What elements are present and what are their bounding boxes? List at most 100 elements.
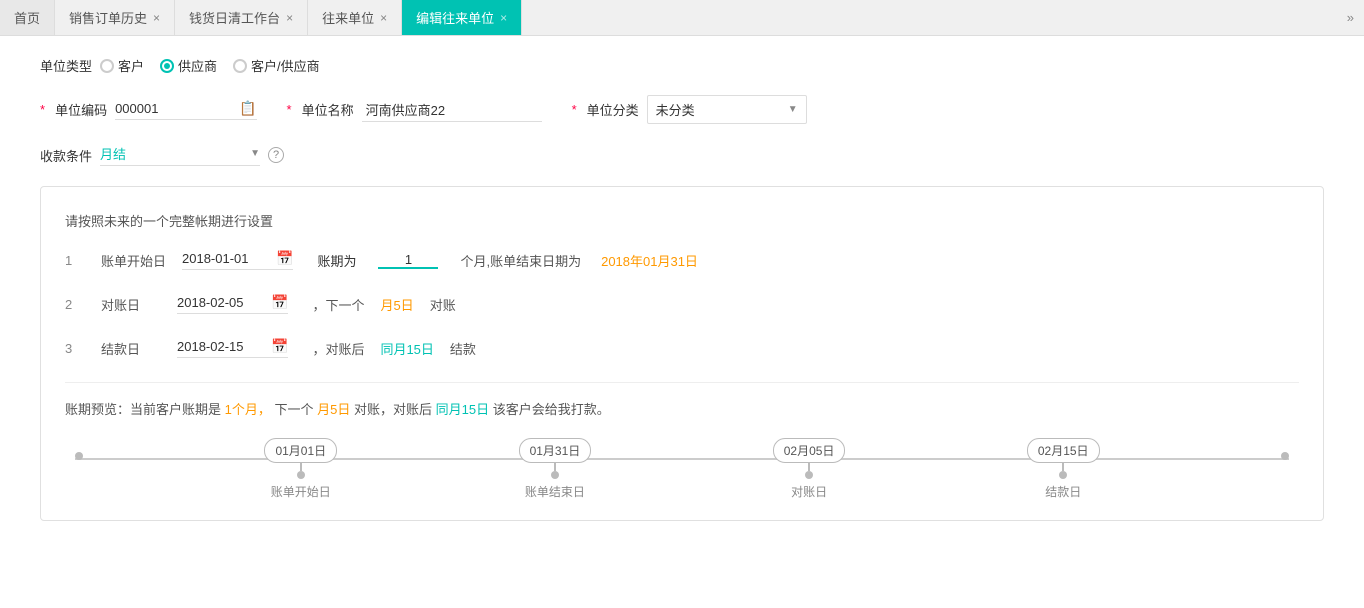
payment-terms-group: 收款条件 月结 ▼ ? <box>40 144 284 166</box>
unit-name-group: * 单位名称 <box>287 98 542 122</box>
tab-edit-partner-close[interactable]: × <box>500 11 507 25</box>
tab-expand-button[interactable]: » <box>1337 0 1364 35</box>
period-input[interactable] <box>378 252 438 269</box>
unit-category-dropdown[interactable]: 未分类 ▼ <box>647 95 807 124</box>
timeline-label-2: 账单结束日 <box>525 483 585 500</box>
step-2-number: 2 <box>65 297 85 312</box>
radio-group: 客户 供应商 客户/供应商 <box>100 56 320 75</box>
preview-suffix: 该客户会给我打款。 <box>493 402 610 417</box>
timeline-node-3: 02月05日 对账日 <box>773 438 846 500</box>
timeline-label-3: 对账日 <box>791 483 827 500</box>
step-3-label: 结款日 <box>101 339 161 358</box>
radio-customer-circle <box>100 59 114 73</box>
step-1-number: 1 <box>65 253 85 268</box>
timeline-node-1: 01月01日 账单开始日 <box>264 438 337 500</box>
timeline-label-1: 账单开始日 <box>271 483 331 500</box>
main-content: 单位类型 客户 供应商 客户/供应商 * 单位编码 <box>0 36 1364 608</box>
unit-code-group: * 单位编码 📋 <box>40 100 257 120</box>
step-3-highlight: 同月15日 <box>380 339 433 358</box>
unit-category-arrow: ▼ <box>788 104 798 115</box>
step-3-date-wrap: 📅 <box>177 338 288 358</box>
payment-terms-label: 收款条件 <box>40 146 92 165</box>
timeline-node-4: 02月15日 结款日 <box>1027 438 1100 500</box>
unit-code-input-wrap: 📋 <box>115 100 256 120</box>
step-3-date-input[interactable] <box>177 339 267 354</box>
step-3-row: 3 结款日 📅 ，对账后 同月15日 结款 <box>65 338 1299 358</box>
tab-partner-label: 往来单位 <box>322 8 374 27</box>
unit-info-row: * 单位编码 📋 * 单位名称 * 单位分类 未分类 ▼ <box>40 95 1324 124</box>
preview-highlight3: 同月15日 <box>436 402 489 417</box>
step-2-date-wrap: 📅 <box>177 294 288 314</box>
preview-prefix: 账期预览：当前客户账期是 <box>65 402 221 417</box>
step-1-date-input[interactable] <box>182 251 272 266</box>
preview-text: 账期预览：当前客户账期是 1个月， 下一个 月5日 对账，对账后 同月15日 该… <box>65 399 1299 418</box>
step-1-date-wrap: 📅 <box>182 250 293 270</box>
step-1-suffix-before: 账期为 <box>317 251 356 270</box>
step-1-highlight: 2018年01月31日 <box>601 251 698 270</box>
unit-type-row: 单位类型 客户 供应商 客户/供应商 <box>40 56 1324 75</box>
unit-name-input[interactable] <box>362 98 542 122</box>
tab-sales-history[interactable]: 销售订单历史 × <box>55 0 175 35</box>
timeline-date-2: 01月31日 <box>519 438 592 463</box>
step-1-cal-icon[interactable]: 📅 <box>276 250 293 267</box>
step-2-highlight: 月5日 <box>380 295 413 314</box>
timeline-date-3: 02月05日 <box>773 438 846 463</box>
tab-partner-close[interactable]: × <box>380 11 387 25</box>
tab-partner[interactable]: 往来单位 × <box>308 0 402 35</box>
step-1-row: 1 账单开始日 📅 账期为 个月,账单结束日期为 2018年01月31日 <box>65 250 1299 270</box>
tab-home[interactable]: 首页 <box>0 0 55 35</box>
unit-category-group: * 单位分类 未分类 ▼ <box>572 95 807 124</box>
radio-both-label: 客户/供应商 <box>251 56 320 75</box>
settings-panel: 请按照未来的一个完整帐期进行设置 1 账单开始日 📅 账期为 个月,账单结束日期… <box>40 186 1324 521</box>
radio-customer-label: 客户 <box>118 56 144 75</box>
step-2-cal-icon[interactable]: 📅 <box>271 294 288 311</box>
unit-category-star: * <box>572 102 577 117</box>
tab-sales-history-close[interactable]: × <box>153 11 160 25</box>
radio-customer[interactable]: 客户 <box>100 56 144 75</box>
tab-cashier-close[interactable]: × <box>286 11 293 25</box>
step-2-row: 2 对账日 📅 ，下一个 月5日 对账 <box>65 294 1299 314</box>
timeline-date-4: 02月15日 <box>1027 438 1100 463</box>
radio-supplier-label: 供应商 <box>178 56 217 75</box>
tab-bar: 首页 销售订单历史 × 钱货日清工作台 × 往来单位 × 编辑往来单位 × » <box>0 0 1364 36</box>
unit-code-input[interactable] <box>115 101 235 116</box>
help-icon[interactable]: ? <box>268 147 284 163</box>
radio-both[interactable]: 客户/供应商 <box>233 56 320 75</box>
step-3-suffix: 结款 <box>450 339 476 358</box>
payment-terms-dropdown[interactable]: 月结 ▼ <box>100 144 260 166</box>
unit-code-icon[interactable]: 📋 <box>239 100 256 117</box>
tab-cashier-label: 钱货日清工作台 <box>189 8 280 27</box>
payment-terms-value: 月结 <box>100 144 246 163</box>
step-3-cal-icon[interactable]: 📅 <box>271 338 288 355</box>
tab-edit-partner-label: 编辑往来单位 <box>416 8 494 27</box>
preview-highlight1: 1个月， <box>225 402 271 417</box>
tab-cashier[interactable]: 钱货日清工作台 × <box>175 0 308 35</box>
timeline-node-2: 01月31日 账单结束日 <box>519 438 592 500</box>
radio-supplier[interactable]: 供应商 <box>160 56 217 75</box>
timeline-left-dot <box>75 452 83 460</box>
radio-both-circle <box>233 59 247 73</box>
unit-type-group: 单位类型 客户 供应商 客户/供应商 <box>40 56 320 75</box>
step-2-suffix: 对账 <box>430 295 456 314</box>
payment-terms-row: 收款条件 月结 ▼ ? <box>40 144 1324 166</box>
step-2-label: 对账日 <box>101 295 161 314</box>
expand-icon: » <box>1347 10 1354 25</box>
timeline: 01月01日 账单开始日 01月31日 账单结束日 02月05日 <box>65 438 1299 500</box>
step-3-prefix: ，对账后 <box>312 339 364 358</box>
step-3-number: 3 <box>65 341 85 356</box>
tab-home-label: 首页 <box>14 8 40 27</box>
step-1-suffix-after: 个月,账单结束日期为 <box>460 251 581 270</box>
unit-name-label: 单位名称 <box>302 100 354 119</box>
payment-terms-arrow: ▼ <box>250 148 260 159</box>
timeline-date-1: 01月01日 <box>264 438 337 463</box>
unit-category-label: 单位分类 <box>587 100 639 119</box>
timeline-right-dot <box>1281 452 1289 460</box>
step-2-date-input[interactable] <box>177 295 267 310</box>
unit-category-value: 未分类 <box>656 100 784 119</box>
step-2-prefix: ，下一个 <box>312 295 364 314</box>
tab-edit-partner[interactable]: 编辑往来单位 × <box>402 0 522 35</box>
panel-title: 请按照未来的一个完整帐期进行设置 <box>65 211 1299 230</box>
unit-type-label: 单位类型 <box>40 56 92 75</box>
unit-code-star: * <box>40 102 45 117</box>
unit-code-label: 单位编码 <box>55 100 107 119</box>
